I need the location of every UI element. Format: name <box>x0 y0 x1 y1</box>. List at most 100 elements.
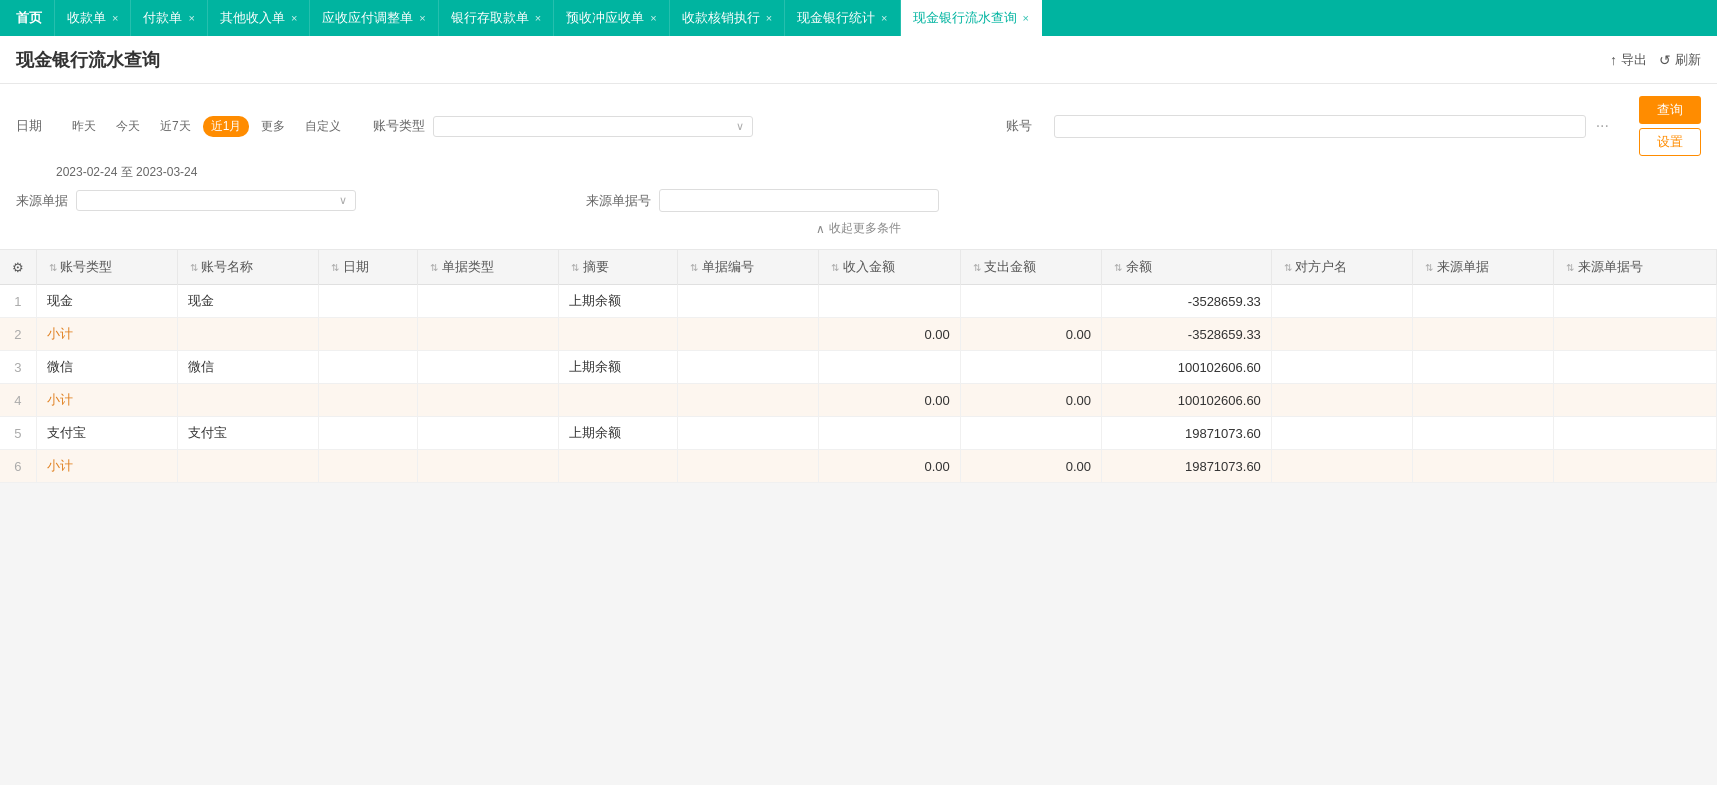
gear-icon: ⚙ <box>12 260 24 275</box>
nav-tab-其他收入单[interactable]: 其他收入单× <box>208 0 310 36</box>
account-input[interactable] <box>1054 115 1585 138</box>
summary-cell: 上期余额 <box>559 285 678 318</box>
refresh-button[interactable]: ↺ 刷新 <box>1659 51 1701 69</box>
close-icon[interactable]: × <box>535 12 541 24</box>
close-icon[interactable]: × <box>188 12 194 24</box>
row-index: 1 <box>0 285 36 318</box>
close-icon[interactable]: × <box>881 12 887 24</box>
date-cell <box>319 384 418 417</box>
account-name-cell: 现金 <box>177 285 318 318</box>
data-table: ⚙⇅ 账号类型⇅ 账号名称⇅ 日期⇅ 单据类型⇅ 摘要⇅ 单据编号⇅ 收入金额⇅… <box>0 250 1717 483</box>
col-header-日期[interactable]: ⇅ 日期 <box>319 250 418 285</box>
sort-icon: ⇅ <box>973 262 981 273</box>
account-name-cell <box>177 384 318 417</box>
collapse-button[interactable]: ∧ 收起更多条件 <box>816 220 901 237</box>
source-doc-cell <box>1413 417 1554 450</box>
nav-tab-收款单[interactable]: 收款单× <box>55 0 131 36</box>
balance-cell: 19871073.60 <box>1102 417 1272 450</box>
account-label: 账号 <box>1006 117 1046 135</box>
nav-tab-预收冲应收单[interactable]: 预收冲应收单× <box>554 0 669 36</box>
expense-cell: 0.00 <box>960 384 1101 417</box>
top-navigation: 首页 收款单×付款单×其他收入单×应收应付调整单×银行存取款单×预收冲应收单×收… <box>0 0 1717 36</box>
export-button[interactable]: ↑ 导出 <box>1610 51 1647 69</box>
col-header-账号类型[interactable]: ⇅ 账号类型 <box>36 250 177 285</box>
col-header-账号名称[interactable]: ⇅ 账号名称 <box>177 250 318 285</box>
col-header-余额[interactable]: ⇅ 余额 <box>1102 250 1272 285</box>
sort-icon: ⇅ <box>1284 262 1292 273</box>
page-header: 现金银行流水查询 ↑ 导出 ↺ 刷新 <box>0 36 1717 84</box>
date-pill-近7天[interactable]: 近7天 <box>152 116 199 137</box>
sort-icon: ⇅ <box>690 262 698 273</box>
close-icon[interactable]: × <box>112 12 118 24</box>
sort-icon: ⇅ <box>831 262 839 273</box>
counterpart-cell <box>1271 384 1412 417</box>
nav-tab-现金银行统计[interactable]: 现金银行统计× <box>785 0 900 36</box>
date-pill-今天[interactable]: 今天 <box>108 116 148 137</box>
date-pill-自定义[interactable]: 自定义 <box>297 116 349 137</box>
export-icon: ↑ <box>1610 52 1617 68</box>
source-doc-filter-group: 来源单据 ∨ <box>16 190 562 211</box>
summary-cell: 上期余额 <box>559 417 678 450</box>
doc-type-cell <box>417 384 558 417</box>
col-header-来源单据[interactable]: ⇅ 来源单据 <box>1413 250 1554 285</box>
sort-icon: ⇅ <box>1566 262 1574 273</box>
doc-no-cell <box>678 351 819 384</box>
source-doc-no-input[interactable] <box>659 189 939 212</box>
source-doc-no-filter-group: 来源单据号 <box>586 189 1132 212</box>
col-header-单据编号[interactable]: ⇅ 单据编号 <box>678 250 819 285</box>
doc-type-cell <box>417 285 558 318</box>
nav-tab-现金银行流水查询[interactable]: 现金银行流水查询× <box>901 0 1042 36</box>
table-settings-col[interactable]: ⚙ <box>0 250 36 285</box>
account-name-cell <box>177 318 318 351</box>
close-icon[interactable]: × <box>1023 12 1029 24</box>
source-doc-no-cell <box>1554 318 1717 351</box>
nav-tab-应收应付调整单[interactable]: 应收应付调整单× <box>310 0 438 36</box>
nav-tab-收款核销执行[interactable]: 收款核销执行× <box>670 0 785 36</box>
summary-cell <box>559 318 678 351</box>
nav-tab-银行存取款单[interactable]: 银行存取款单× <box>439 0 554 36</box>
table-row: 1现金现金上期余额-3528659.33 <box>0 285 1717 318</box>
date-pill-更多[interactable]: 更多 <box>253 116 293 137</box>
table-row: 2小计0.000.00-3528659.33 <box>0 318 1717 351</box>
date-pills: 昨天今天近7天近1月更多自定义 <box>64 116 349 137</box>
nav-tab-付款单[interactable]: 付款单× <box>131 0 207 36</box>
balance-cell: 100102606.60 <box>1102 384 1272 417</box>
query-button[interactable]: 查询 <box>1639 96 1701 124</box>
account-more-button[interactable]: ··· <box>1590 116 1615 136</box>
close-icon[interactable]: × <box>291 12 297 24</box>
col-header-摘要[interactable]: ⇅ 摘要 <box>559 250 678 285</box>
col-header-来源单据号[interactable]: ⇅ 来源单据号 <box>1554 250 1717 285</box>
setting-button[interactable]: 设置 <box>1639 128 1701 156</box>
col-header-收入金额[interactable]: ⇅ 收入金额 <box>819 250 960 285</box>
account-name-cell: 微信 <box>177 351 318 384</box>
header-actions: ↑ 导出 ↺ 刷新 <box>1610 51 1701 69</box>
col-header-对方户名[interactable]: ⇅ 对方户名 <box>1271 250 1412 285</box>
account-type-cell: 小计 <box>36 318 177 351</box>
table-row: 6小计0.000.0019871073.60 <box>0 450 1717 483</box>
close-icon[interactable]: × <box>419 12 425 24</box>
date-pill-昨天[interactable]: 昨天 <box>64 116 104 137</box>
source-doc-cell <box>1413 450 1554 483</box>
row-index: 5 <box>0 417 36 450</box>
doc-type-cell <box>417 417 558 450</box>
summary-cell: 上期余额 <box>559 351 678 384</box>
sort-icon: ⇅ <box>49 262 57 273</box>
date-cell <box>319 351 418 384</box>
balance-cell: -3528659.33 <box>1102 318 1272 351</box>
counterpart-cell <box>1271 450 1412 483</box>
source-doc-no-cell <box>1554 351 1717 384</box>
col-header-支出金额[interactable]: ⇅ 支出金额 <box>960 250 1101 285</box>
source-doc-select[interactable]: ∨ <box>76 190 356 211</box>
account-type-filter-group: 账号类型 ∨ <box>373 116 982 137</box>
close-icon[interactable]: × <box>766 12 772 24</box>
refresh-icon: ↺ <box>1659 52 1671 68</box>
nav-home[interactable]: 首页 <box>4 0 55 36</box>
summary-cell <box>559 384 678 417</box>
col-header-单据类型[interactable]: ⇅ 单据类型 <box>417 250 558 285</box>
source-doc-label: 来源单据 <box>16 192 68 210</box>
account-type-select[interactable]: ∨ <box>433 116 753 137</box>
income-cell <box>819 351 960 384</box>
row-index: 2 <box>0 318 36 351</box>
date-pill-近1月[interactable]: 近1月 <box>203 116 250 137</box>
close-icon[interactable]: × <box>650 12 656 24</box>
